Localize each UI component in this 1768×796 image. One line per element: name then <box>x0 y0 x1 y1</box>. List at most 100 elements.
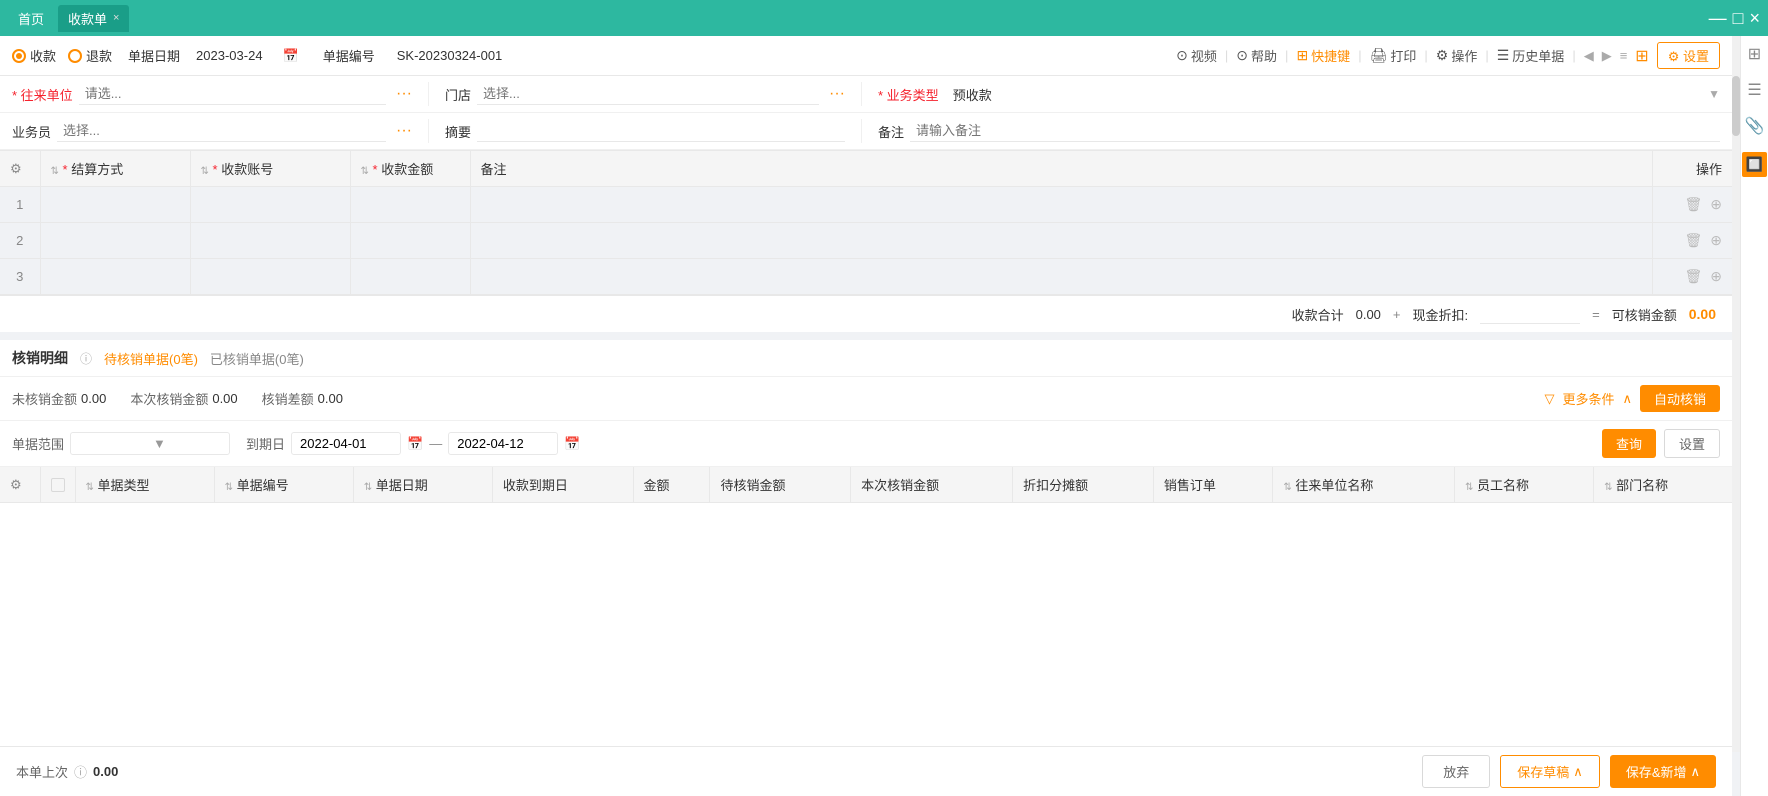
row-remark-2[interactable] <box>470 223 1652 259</box>
bth-checkbox[interactable] <box>40 467 75 503</box>
unverified-label: 未核销金额 <box>12 389 77 408</box>
bth-doc-num: ⇅ 单据编号 <box>214 467 353 503</box>
nav-prev-icon[interactable]: ◀ <box>1584 48 1594 64</box>
verified-tab[interactable]: 已核销单据(0笔) <box>210 349 304 368</box>
row-settlement-2[interactable] <box>40 223 190 259</box>
query-button[interactable]: 查询 <box>1602 429 1656 458</box>
salesperson-more[interactable]: ··· <box>396 122 412 140</box>
bth-counterparty-label: 往来单位名称 <box>1295 478 1373 493</box>
operate-label: 操作 <box>1451 46 1477 65</box>
collapse-icon[interactable]: ∧ <box>1622 391 1632 407</box>
discount-input[interactable] <box>1480 304 1580 324</box>
video-label: 视频 <box>1191 46 1217 65</box>
row-remark-3[interactable] <box>470 259 1652 295</box>
maximize-btn[interactable]: □ <box>1733 8 1744 29</box>
auto-verify-button[interactable]: 自动核销 <box>1640 385 1720 412</box>
bth-sales-order: 销售订单 <box>1153 467 1272 503</box>
row-settlement-3[interactable] <box>40 259 190 295</box>
pending-tab[interactable]: 待核销单据(0笔) <box>104 349 198 368</box>
row-remark-1[interactable] <box>470 187 1652 223</box>
action-history[interactable]: ☰ 历史单据 <box>1497 46 1565 65</box>
store-input[interactable] <box>477 83 819 105</box>
save-draft-button[interactable]: 保存草稿 ∧ <box>1500 755 1600 788</box>
salesperson-label: 业务员 <box>12 122 51 141</box>
counterparty-more[interactable]: ··· <box>396 85 412 103</box>
row-actions-3: 🗑 ⊕ <box>1652 259 1732 295</box>
business-type-label: 业务类型 <box>878 85 939 104</box>
number-label: 单据编号 <box>323 46 375 65</box>
query-settings-button[interactable]: 设置 <box>1664 429 1720 458</box>
scrollbar-thumb[interactable] <box>1732 76 1740 136</box>
nav-home[interactable]: 首页 <box>8 5 54 32</box>
date-from-input[interactable] <box>291 432 401 455</box>
row-amount-1[interactable] <box>350 187 470 223</box>
discard-button[interactable]: 放弃 <box>1422 755 1490 788</box>
action-operate[interactable]: ⚙ 操作 <box>1436 46 1478 65</box>
action-help[interactable]: ⊙ 帮助 <box>1236 46 1277 65</box>
shortcut-icon: ⊞ <box>1296 47 1308 64</box>
store-more[interactable]: ··· <box>829 85 845 103</box>
verification-info-icon[interactable]: ⓘ <box>80 350 92 367</box>
table-row: 3 🗑 ⊕ <box>0 259 1732 295</box>
view-toggle-icon[interactable]: ≡ <box>1620 48 1628 63</box>
current-amount-stat: 本次核销金额 0.00 <box>130 389 237 408</box>
total-value: 0.00 <box>1356 307 1381 322</box>
row-amount-3[interactable] <box>350 259 470 295</box>
more-conditions-label[interactable]: 更多条件 <box>1562 389 1614 408</box>
sidebar-table-icon[interactable]: ⊞ <box>1748 44 1761 64</box>
date-to-input[interactable] <box>448 432 558 455</box>
summary-input[interactable] <box>477 120 845 142</box>
filter-icon[interactable]: ▽ <box>1544 391 1554 407</box>
remark-input[interactable] <box>910 120 1720 142</box>
salesperson-input[interactable] <box>57 120 386 142</box>
row-account-1[interactable] <box>190 187 350 223</box>
eq-sign: = <box>1592 307 1600 322</box>
bottom-info-icon[interactable]: ⓘ <box>74 762 87 781</box>
th-settings[interactable]: ⚙ <box>0 151 40 187</box>
counterparty-field: 往来单位 ··· <box>12 83 412 105</box>
receivable-value: 0.00 <box>1689 306 1716 322</box>
select-all-checkbox[interactable] <box>51 478 65 492</box>
delete-icon-1[interactable]: 🗑 <box>1684 196 1702 213</box>
settings-button[interactable]: ⚙ 设置 <box>1657 42 1720 69</box>
copy-icon-3[interactable]: ⊕ <box>1710 268 1722 285</box>
delete-icon-3[interactable]: 🗑 <box>1684 268 1702 285</box>
row-account-2[interactable] <box>190 223 350 259</box>
sidebar-clip-icon[interactable]: 📎 <box>1745 116 1765 136</box>
sidebar-active-icon[interactable]: 🔲 <box>1742 152 1767 177</box>
bth-settings[interactable]: ⚙ <box>0 467 40 503</box>
delete-icon-2[interactable]: 🗑 <box>1684 232 1702 249</box>
tab-close[interactable]: × <box>113 12 119 24</box>
row-amount-2[interactable] <box>350 223 470 259</box>
action-video[interactable]: ⊙ 视频 <box>1176 46 1217 65</box>
radio-receipt[interactable]: 收款 <box>12 46 56 65</box>
calendar-icon[interactable]: 📅 <box>283 48 299 64</box>
settings-gear-icon[interactable]: ⚙ <box>10 161 22 176</box>
action-print[interactable]: 🖨 打印 <box>1370 46 1417 65</box>
shortcut-label: 快捷键 <box>1311 46 1350 65</box>
row-account-3[interactable] <box>190 259 350 295</box>
query-action-buttons: 查询 设置 <box>1602 429 1720 458</box>
history-icon: ☰ <box>1497 47 1510 64</box>
business-type-arrow[interactable]: ▼ <box>1708 87 1720 101</box>
copy-icon-1[interactable]: ⊕ <box>1710 196 1722 213</box>
summary-field: 摘要 <box>445 120 845 142</box>
copy-icon-2[interactable]: ⊕ <box>1710 232 1722 249</box>
row-settlement-1[interactable] <box>40 187 190 223</box>
date-to-icon[interactable]: 📅 <box>564 436 580 452</box>
sidebar-list-icon[interactable]: ☰ <box>1747 80 1761 100</box>
counterparty-input[interactable] <box>79 83 386 105</box>
action-shortcut[interactable]: ⊞ 快捷键 <box>1296 46 1350 65</box>
minimize-btn[interactable]: — <box>1709 8 1727 29</box>
date-from-icon[interactable]: 📅 <box>407 436 423 452</box>
range-select[interactable]: ▼ <box>70 432 230 455</box>
grid-toggle-icon[interactable]: ⊞ <box>1635 46 1648 66</box>
divider1 <box>428 82 429 106</box>
nav-tab-receipt[interactable]: 收款单 × <box>58 5 129 32</box>
nav-next-icon[interactable]: ▶ <box>1602 48 1612 64</box>
close-btn[interactable]: × <box>1749 8 1760 29</box>
save-new-button[interactable]: 保存&新增 ∧ <box>1610 755 1716 788</box>
range-label: 单据范围 <box>12 434 64 453</box>
radio-refund[interactable]: 退款 <box>68 46 112 65</box>
bottom-settings-gear-icon[interactable]: ⚙ <box>10 477 22 492</box>
